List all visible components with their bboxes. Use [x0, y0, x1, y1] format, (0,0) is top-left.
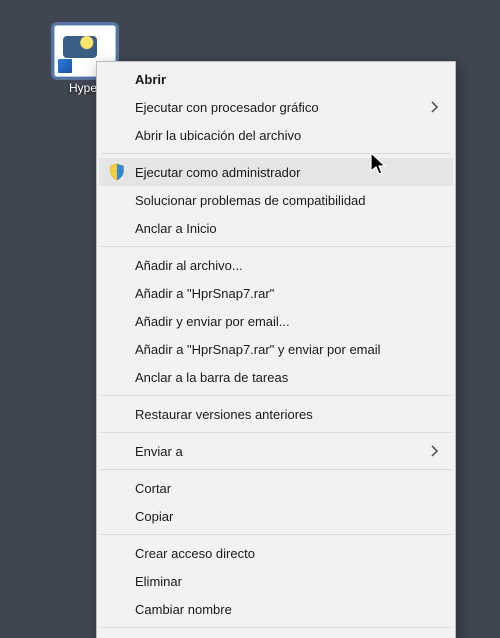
menu-item[interactable]: Abrir la ubicación del archivo — [99, 121, 453, 149]
menu-separator — [101, 395, 451, 396]
menu-item-label: Enviar a — [135, 444, 183, 459]
menu-separator — [101, 153, 451, 154]
menu-item-label: Abrir la ubicación del archivo — [135, 128, 301, 143]
menu-item-label: Cortar — [135, 481, 171, 496]
menu-item[interactable]: Restaurar versiones anteriores — [99, 400, 453, 428]
menu-item[interactable]: Crear acceso directo — [99, 539, 453, 567]
menu-item-label: Cambiar nombre — [135, 602, 232, 617]
menu-item-label: Añadir al archivo... — [135, 258, 243, 273]
menu-item-label: Abrir — [135, 72, 166, 87]
menu-item-label: Copiar — [135, 509, 173, 524]
context-menu: Abrir Ejecutar con procesador gráfico Abri… — [96, 61, 456, 638]
menu-item-label: Anclar a la barra de tareas — [135, 370, 288, 385]
menu-item[interactable]: Propiedades — [99, 632, 453, 638]
menu-separator — [101, 534, 451, 535]
menu-item[interactable]: Enviar a — [99, 437, 453, 465]
menu-item[interactable]: Añadir a "HprSnap7.rar" — [99, 279, 453, 307]
shield-icon — [108, 163, 126, 181]
chevron-right-icon — [431, 101, 439, 113]
menu-item[interactable]: Abrir — [99, 65, 453, 93]
menu-item-label: Solucionar problemas de compatibilidad — [135, 193, 366, 208]
menu-separator — [101, 627, 451, 628]
menu-item[interactable]: Añadir a "HprSnap7.rar" y enviar por ema… — [99, 335, 453, 363]
menu-item[interactable]: Anclar a la barra de tareas — [99, 363, 453, 391]
menu-item[interactable]: Solucionar problemas de compatibilidad — [99, 186, 453, 214]
menu-separator — [101, 432, 451, 433]
menu-item[interactable]: Cortar — [99, 474, 453, 502]
menu-item[interactable]: Anclar a Inicio — [99, 214, 453, 242]
menu-item-label: Ejecutar con procesador gráfico — [135, 100, 319, 115]
menu-item[interactable]: Eliminar — [99, 567, 453, 595]
menu-item-label: Añadir a "HprSnap7.rar" — [135, 286, 274, 301]
menu-item-label: Añadir a "HprSnap7.rar" y enviar por ema… — [135, 342, 381, 357]
menu-item-label: Ejecutar como administrador — [135, 165, 300, 180]
menu-item[interactable]: Copiar — [99, 502, 453, 530]
chevron-right-icon — [431, 445, 439, 457]
menu-separator — [101, 246, 451, 247]
menu-item[interactable]: Ejecutar como administrador — [99, 158, 453, 186]
menu-item[interactable]: Ejecutar con procesador gráfico — [99, 93, 453, 121]
menu-item-label: Añadir y enviar por email... — [135, 314, 290, 329]
menu-item[interactable]: Añadir al archivo... — [99, 251, 453, 279]
menu-item-label: Anclar a Inicio — [135, 221, 217, 236]
menu-item-label: Eliminar — [135, 574, 182, 589]
menu-separator — [101, 469, 451, 470]
menu-item[interactable]: Añadir y enviar por email... — [99, 307, 453, 335]
menu-item[interactable]: Cambiar nombre — [99, 595, 453, 623]
menu-item-label: Restaurar versiones anteriores — [135, 407, 313, 422]
menu-item-label: Crear acceso directo — [135, 546, 255, 561]
